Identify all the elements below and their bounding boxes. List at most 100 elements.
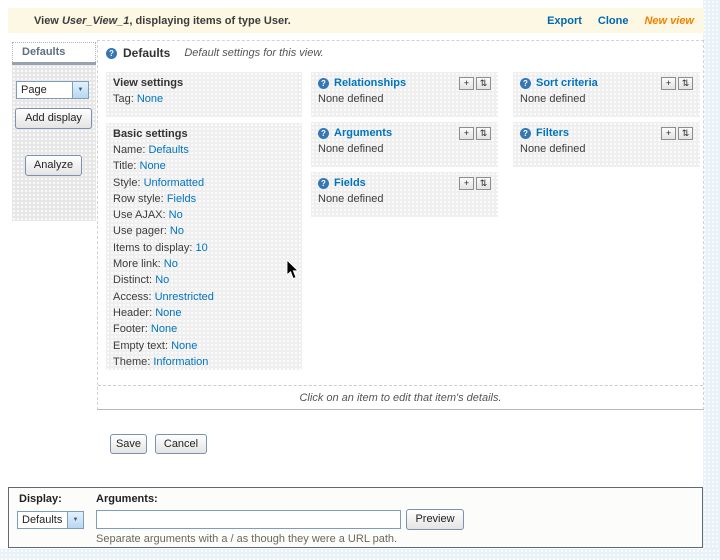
setting-label: Theme: <box>113 355 151 368</box>
setting-label: Row style: <box>113 192 164 205</box>
view-name: User_View_1 <box>61 14 130 27</box>
basic-settings-header: Basic settings <box>113 126 295 142</box>
filters-box: ? Filters + ⇅ None defined <box>513 122 700 167</box>
display-label: Display: <box>19 493 62 505</box>
setting-row: Use pager: No <box>113 223 295 239</box>
fields-header: ? Fields + ⇅ <box>318 175 491 191</box>
display-subtitle: Default settings for this view. <box>184 47 324 59</box>
setting-value-link[interactable]: Unformatted <box>144 177 205 189</box>
chevron-down-icon: ▼ <box>72 82 88 98</box>
display-type-select[interactable]: Page ▼ <box>16 81 89 99</box>
arguments-help-text: Separate arguments with a / as though th… <box>96 533 398 545</box>
page-background-strip-right <box>703 0 720 560</box>
basic-settings-title: Basic settings <box>113 128 188 140</box>
chevron-down-icon: ▼ <box>67 512 83 528</box>
help-icon[interactable]: ? <box>520 77 531 89</box>
preview-button[interactable]: Preview <box>406 509 464 530</box>
setting-label: Style: <box>113 176 141 189</box>
view-status-message: View User_View_1, displaying items of ty… <box>34 15 291 27</box>
help-icon[interactable]: ? <box>318 77 329 89</box>
help-icon[interactable]: ? <box>318 127 329 139</box>
setting-value-link[interactable]: Information <box>153 356 208 368</box>
rearrange-icon[interactable]: ⇅ <box>476 126 491 140</box>
setting-row: Use AJAX: No <box>113 207 295 223</box>
tab-defaults[interactable]: Defaults <box>12 42 96 62</box>
setting-value-link[interactable]: No <box>164 258 178 270</box>
edit-hint-text: Click on an item to edit that item's det… <box>98 385 703 410</box>
setting-label: Use AJAX: <box>113 209 166 222</box>
setting-value-link[interactable]: No <box>170 225 184 237</box>
setting-value-link[interactable]: Defaults <box>148 144 188 156</box>
arguments-buttons: + ⇅ <box>459 126 491 140</box>
setting-label: More link: <box>113 258 161 271</box>
add-icon[interactable]: + <box>661 76 676 90</box>
filters-header: ? Filters + ⇅ <box>520 125 693 141</box>
view-status-bar: View User_View_1, displaying items of ty… <box>8 8 704 33</box>
rearrange-icon[interactable]: ⇅ <box>476 76 491 90</box>
help-icon[interactable]: ? <box>106 47 117 59</box>
analyze-button[interactable]: Analyze <box>25 155 82 176</box>
empty-text: None defined <box>318 193 384 205</box>
rearrange-icon[interactable]: ⇅ <box>678 126 693 140</box>
empty-text: None defined <box>318 93 384 105</box>
arguments-box: ? Arguments + ⇅ None defined <box>311 122 498 167</box>
add-icon[interactable]: + <box>459 176 474 190</box>
setting-value-link[interactable]: None <box>140 160 166 172</box>
setting-label: Header: <box>113 306 153 319</box>
fields-buttons: + ⇅ <box>459 176 491 190</box>
arguments-input[interactable] <box>96 510 401 529</box>
rearrange-icon[interactable]: ⇅ <box>678 76 693 90</box>
add-icon[interactable]: + <box>661 126 676 140</box>
setting-value-link[interactable]: None <box>155 307 181 319</box>
setting-value-link[interactable]: None <box>137 93 163 105</box>
fields-title-link[interactable]: Fields <box>334 175 366 191</box>
add-icon[interactable]: + <box>459 126 474 140</box>
setting-label: Footer: <box>113 323 148 336</box>
setting-value-link[interactable]: None <box>171 340 197 352</box>
preview-display-select[interactable]: Defaults ▼ <box>17 511 84 529</box>
setting-value-link[interactable]: None <box>151 323 177 335</box>
cancel-button[interactable]: Cancel <box>155 434 207 454</box>
sort-criteria-box: ? Sort criteria + ⇅ None defined <box>513 72 700 117</box>
help-icon[interactable]: ? <box>318 177 329 189</box>
arguments-title-link[interactable]: Arguments <box>334 125 392 141</box>
basic-settings-box: Basic settings Name: Defaults Title: Non… <box>106 123 302 370</box>
filters-title-link[interactable]: Filters <box>536 125 569 141</box>
add-display-button[interactable]: Add display <box>15 108 92 129</box>
sort-criteria-buttons: + ⇅ <box>661 76 693 90</box>
setting-label: Title: <box>113 160 137 173</box>
relationships-title-link[interactable]: Relationships <box>334 75 406 91</box>
help-icon[interactable]: ? <box>520 127 531 139</box>
setting-label: Access: <box>113 290 152 303</box>
setting-value-link[interactable]: Fields <box>167 193 196 205</box>
export-link[interactable]: Export <box>547 15 582 27</box>
setting-row: Style: Unformatted <box>113 175 295 191</box>
add-icon[interactable]: + <box>459 76 474 90</box>
message-suffix: , displaying items of type User. <box>129 14 291 27</box>
setting-row: Header: None <box>113 305 295 321</box>
setting-value-link[interactable]: Unrestricted <box>155 291 214 303</box>
new-view-link[interactable]: New view <box>644 15 694 27</box>
message-prefix: View <box>34 14 62 27</box>
sort-criteria-title-link[interactable]: Sort criteria <box>536 75 598 91</box>
clone-link[interactable]: Clone <box>598 15 629 27</box>
setting-row: Row style: Fields <box>113 191 295 207</box>
setting-label: Empty text: <box>113 339 169 352</box>
view-action-links: Export Clone New view <box>547 15 694 27</box>
view-settings-box: View settings Tag: None <box>106 72 302 117</box>
fields-box: ? Fields + ⇅ None defined <box>311 172 498 217</box>
arguments-label: Arguments: <box>96 493 158 505</box>
preview-display-select-value: Defaults <box>22 514 63 526</box>
preview-panel: Display: Defaults ▼ Arguments: Preview S… <box>8 487 703 548</box>
rearrange-icon[interactable]: ⇅ <box>476 176 491 190</box>
display-controls-panel: Page ▼ Add display Analyze <box>12 65 96 221</box>
setting-row: Tag: None <box>113 91 295 107</box>
save-button[interactable]: Save <box>110 434 147 454</box>
setting-value-link[interactable]: No <box>155 274 169 286</box>
setting-label: Name: <box>113 144 146 156</box>
relationships-buttons: + ⇅ <box>459 76 491 90</box>
display-settings-panel: ? Defaults Default settings for this vie… <box>97 40 704 410</box>
setting-row: Items to display: 10 <box>113 240 295 256</box>
setting-value-link[interactable]: 10 <box>196 242 208 254</box>
setting-value-link[interactable]: No <box>169 209 183 221</box>
